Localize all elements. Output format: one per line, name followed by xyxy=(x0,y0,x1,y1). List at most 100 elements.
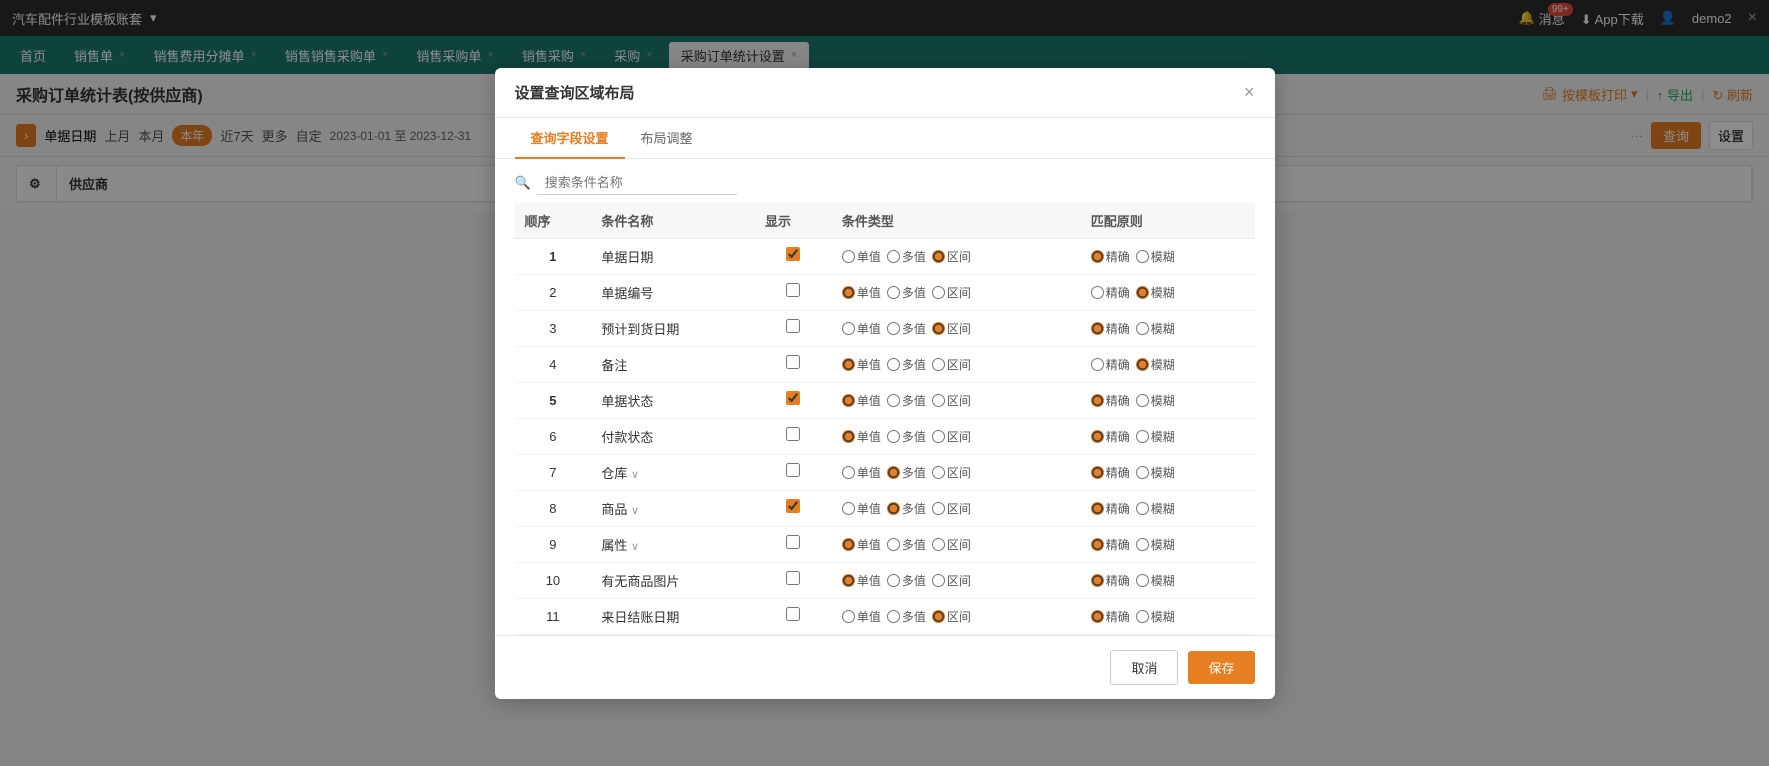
type-option[interactable]: 区间 xyxy=(932,464,971,481)
display-cell[interactable] xyxy=(755,383,832,413)
display-cell[interactable] xyxy=(755,239,832,269)
match-option[interactable]: 精确 xyxy=(1091,248,1130,265)
match-radio[interactable] xyxy=(1091,322,1104,335)
display-cell[interactable] xyxy=(755,599,832,629)
display-checkbox[interactable] xyxy=(786,571,800,585)
type-radio[interactable] xyxy=(887,358,900,371)
match-radio[interactable] xyxy=(1136,430,1149,443)
save-button[interactable]: 保存 xyxy=(1188,651,1254,684)
type-radio[interactable] xyxy=(842,466,855,479)
type-radio[interactable] xyxy=(932,394,945,407)
type-option[interactable]: 单值 xyxy=(842,284,881,301)
modal-close-button[interactable]: × xyxy=(1244,82,1255,103)
display-cell[interactable] xyxy=(755,491,832,521)
type-option[interactable]: 多值 xyxy=(887,356,926,373)
match-radio[interactable] xyxy=(1136,610,1149,623)
match-option[interactable]: 精确 xyxy=(1091,428,1130,445)
type-option[interactable]: 区间 xyxy=(932,356,971,373)
type-option[interactable]: 区间 xyxy=(932,572,971,589)
type-radio[interactable] xyxy=(887,394,900,407)
type-option[interactable]: 区间 xyxy=(932,500,971,517)
type-option[interactable]: 单值 xyxy=(842,608,881,625)
match-radio[interactable] xyxy=(1136,466,1149,479)
match-option[interactable]: 精确 xyxy=(1091,572,1130,589)
match-option[interactable]: 精确 xyxy=(1091,536,1130,553)
type-radio[interactable] xyxy=(887,502,900,515)
match-radio[interactable] xyxy=(1136,538,1149,551)
type-radio[interactable] xyxy=(932,322,945,335)
match-option[interactable]: 精确 xyxy=(1091,608,1130,625)
type-option[interactable]: 区间 xyxy=(932,536,971,553)
display-cell[interactable] xyxy=(755,563,832,593)
match-option[interactable]: 模糊 xyxy=(1136,500,1175,517)
type-radio[interactable] xyxy=(842,250,855,263)
type-option[interactable]: 单值 xyxy=(842,320,881,337)
display-cell[interactable] xyxy=(755,419,832,449)
match-option[interactable]: 模糊 xyxy=(1136,608,1175,625)
match-radio[interactable] xyxy=(1091,286,1104,299)
type-radio[interactable] xyxy=(932,358,945,371)
type-option[interactable]: 多值 xyxy=(887,608,926,625)
display-checkbox[interactable] xyxy=(786,499,800,513)
match-option[interactable]: 精确 xyxy=(1091,392,1130,409)
match-radio[interactable] xyxy=(1136,322,1149,335)
type-radio[interactable] xyxy=(887,574,900,587)
type-radio[interactable] xyxy=(932,286,945,299)
match-radio[interactable] xyxy=(1091,502,1104,515)
type-radio[interactable] xyxy=(932,610,945,623)
match-radio[interactable] xyxy=(1091,574,1104,587)
type-option[interactable]: 多值 xyxy=(887,572,926,589)
type-option[interactable]: 区间 xyxy=(932,608,971,625)
modal-tab-layout[interactable]: 布局调整 xyxy=(625,118,709,159)
type-option[interactable]: 多值 xyxy=(887,536,926,553)
display-checkbox[interactable] xyxy=(786,355,800,369)
match-radio[interactable] xyxy=(1091,394,1104,407)
display-checkbox[interactable] xyxy=(786,247,800,261)
match-option[interactable]: 模糊 xyxy=(1136,248,1175,265)
match-option[interactable]: 模糊 xyxy=(1136,536,1175,553)
type-option[interactable]: 多值 xyxy=(887,320,926,337)
type-radio[interactable] xyxy=(932,466,945,479)
match-radio[interactable] xyxy=(1136,394,1149,407)
display-checkbox[interactable] xyxy=(786,607,800,621)
type-option[interactable]: 区间 xyxy=(932,428,971,445)
match-option[interactable]: 精确 xyxy=(1091,356,1130,373)
display-cell[interactable] xyxy=(755,455,832,485)
type-radio[interactable] xyxy=(842,394,855,407)
type-option[interactable]: 多值 xyxy=(887,428,926,445)
match-radio[interactable] xyxy=(1091,538,1104,551)
display-cell[interactable] xyxy=(755,527,832,557)
type-radio[interactable] xyxy=(887,466,900,479)
type-radio[interactable] xyxy=(887,538,900,551)
display-checkbox[interactable] xyxy=(786,535,800,549)
match-option[interactable]: 精确 xyxy=(1091,320,1130,337)
match-radio[interactable] xyxy=(1091,466,1104,479)
type-option[interactable]: 区间 xyxy=(932,320,971,337)
type-option[interactable]: 单值 xyxy=(842,500,881,517)
type-option[interactable]: 多值 xyxy=(887,392,926,409)
match-option[interactable]: 模糊 xyxy=(1136,320,1175,337)
match-radio[interactable] xyxy=(1136,286,1149,299)
match-option[interactable]: 模糊 xyxy=(1136,464,1175,481)
match-option[interactable]: 模糊 xyxy=(1136,428,1175,445)
display-checkbox[interactable] xyxy=(786,463,800,477)
search-input[interactable] xyxy=(537,171,737,195)
type-option[interactable]: 多值 xyxy=(887,500,926,517)
type-radio[interactable] xyxy=(932,502,945,515)
modal-tab-query-fields[interactable]: 查询字段设置 xyxy=(515,118,625,159)
type-radio[interactable] xyxy=(932,538,945,551)
display-checkbox[interactable] xyxy=(786,427,800,441)
display-cell[interactable] xyxy=(755,347,832,377)
type-option[interactable]: 多值 xyxy=(887,248,926,265)
type-option[interactable]: 区间 xyxy=(932,248,971,265)
type-option[interactable]: 单值 xyxy=(842,536,881,553)
type-option[interactable]: 单值 xyxy=(842,392,881,409)
match-option[interactable]: 精确 xyxy=(1091,284,1130,301)
cancel-button[interactable]: 取消 xyxy=(1110,650,1178,685)
type-radio[interactable] xyxy=(842,358,855,371)
type-option[interactable]: 区间 xyxy=(932,284,971,301)
type-option[interactable]: 单值 xyxy=(842,356,881,373)
display-cell[interactable] xyxy=(755,311,832,341)
type-radio[interactable] xyxy=(842,574,855,587)
type-option[interactable]: 多值 xyxy=(887,464,926,481)
